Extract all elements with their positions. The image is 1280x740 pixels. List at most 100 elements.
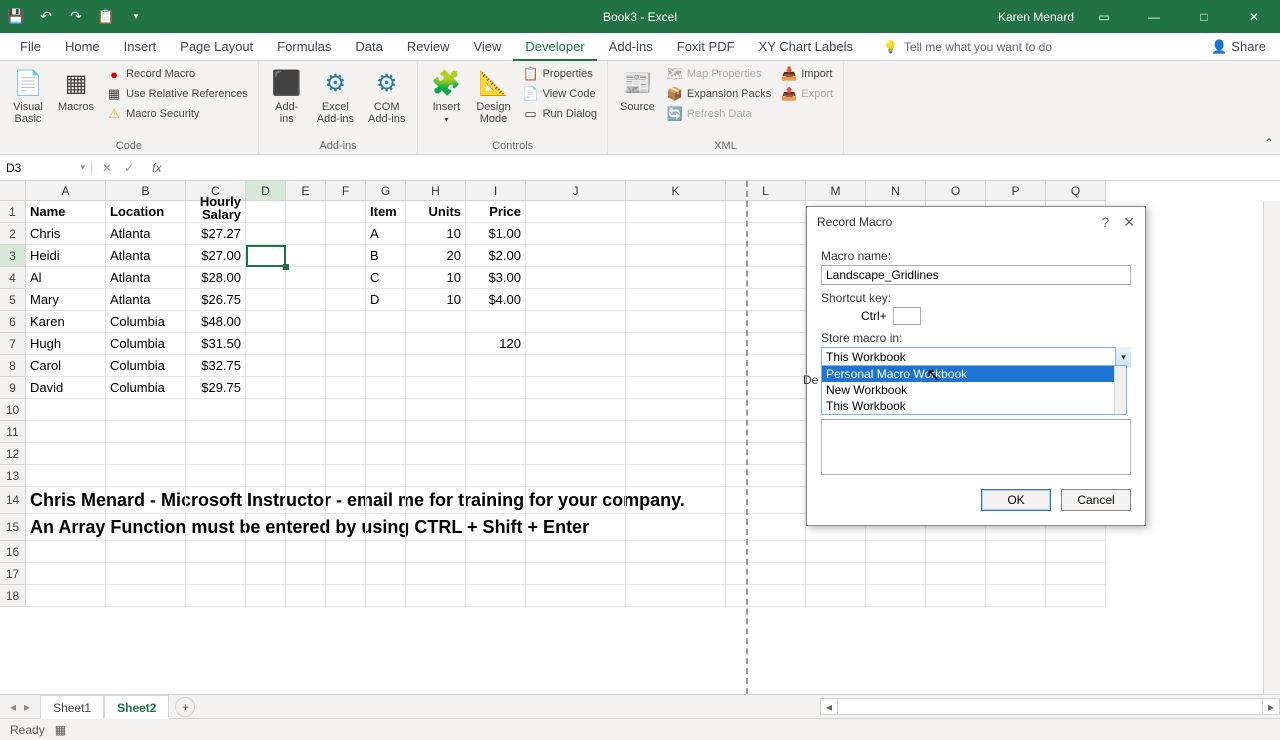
macro-name-input[interactable] xyxy=(821,265,1131,285)
cell[interactable] xyxy=(626,333,726,355)
cell[interactable]: $2.00 xyxy=(466,245,526,267)
cell[interactable] xyxy=(406,514,466,541)
cell[interactable] xyxy=(26,563,106,585)
cell[interactable] xyxy=(406,541,466,563)
cell[interactable] xyxy=(366,377,406,399)
cell[interactable]: Atlanta xyxy=(106,223,186,245)
cell[interactable] xyxy=(626,443,726,465)
cell[interactable] xyxy=(106,443,186,465)
cell[interactable] xyxy=(626,465,726,487)
cell[interactable] xyxy=(326,399,366,421)
cell[interactable] xyxy=(726,289,806,311)
sheet-tab-sheet2[interactable]: Sheet2 xyxy=(104,695,169,719)
cell[interactable] xyxy=(526,267,626,289)
add-sheet-button[interactable]: + xyxy=(175,697,195,717)
cell[interactable] xyxy=(186,541,246,563)
cell[interactable] xyxy=(326,201,366,223)
dropdown-option[interactable]: New Workbook xyxy=(822,382,1126,398)
horizontal-scrollbar[interactable]: ◂ ▸ xyxy=(820,698,1280,715)
cell[interactable] xyxy=(26,421,106,443)
cell[interactable]: Chris xyxy=(26,223,106,245)
cell[interactable] xyxy=(106,487,186,514)
cell[interactable] xyxy=(626,311,726,333)
col-header-J[interactable]: J xyxy=(526,181,626,201)
cell[interactable]: Al xyxy=(26,267,106,289)
cell[interactable] xyxy=(246,399,286,421)
hscroll-left-icon[interactable]: ◂ xyxy=(821,699,838,714)
cell[interactable] xyxy=(26,399,106,421)
vertical-scrollbar[interactable] xyxy=(1263,201,1280,694)
dropdown-scrollbar[interactable] xyxy=(1114,366,1126,414)
cell[interactable] xyxy=(246,245,286,267)
row-header-18[interactable]: 18 xyxy=(0,585,26,607)
cell[interactable] xyxy=(406,487,466,514)
col-header-B[interactable]: B xyxy=(106,181,186,201)
col-header-Q[interactable]: Q xyxy=(1046,181,1106,201)
cell[interactable] xyxy=(526,333,626,355)
col-header-P[interactable]: P xyxy=(986,181,1046,201)
cell[interactable] xyxy=(26,443,106,465)
tab-page-layout[interactable]: Page Layout xyxy=(168,33,265,61)
cell[interactable]: $48.00 xyxy=(186,311,246,333)
map-properties-button[interactable]: 🗺Map Properties xyxy=(665,65,773,83)
cell[interactable] xyxy=(286,333,326,355)
redo-icon[interactable]: ↷ xyxy=(66,7,86,27)
col-header-K[interactable]: K xyxy=(626,181,726,201)
cell[interactable] xyxy=(866,541,926,563)
cell[interactable] xyxy=(326,487,366,514)
col-header-L[interactable]: L xyxy=(726,181,806,201)
cell[interactable] xyxy=(406,563,466,585)
cell[interactable] xyxy=(326,223,366,245)
cell[interactable] xyxy=(726,223,806,245)
cell[interactable] xyxy=(1046,585,1106,607)
cell[interactable]: $29.75 xyxy=(186,377,246,399)
cell[interactable] xyxy=(326,333,366,355)
cell[interactable] xyxy=(366,465,406,487)
cell[interactable] xyxy=(626,563,726,585)
cell[interactable] xyxy=(626,223,726,245)
cell[interactable] xyxy=(726,333,806,355)
cell[interactable] xyxy=(726,245,806,267)
cell[interactable] xyxy=(806,563,866,585)
tab-insert[interactable]: Insert xyxy=(112,33,169,61)
name-box[interactable]: D3▾ xyxy=(0,161,92,175)
cell[interactable] xyxy=(246,377,286,399)
cell[interactable]: 10 xyxy=(406,223,466,245)
ok-button[interactable]: OK xyxy=(981,489,1051,511)
row-header-12[interactable]: 12 xyxy=(0,443,26,465)
cell[interactable] xyxy=(526,465,626,487)
macro-security-button[interactable]: ⚠Macro Security xyxy=(104,105,250,123)
cell[interactable] xyxy=(466,585,526,607)
cancel-button[interactable]: Cancel xyxy=(1061,489,1131,511)
row-header-9[interactable]: 9 xyxy=(0,377,26,399)
cell[interactable] xyxy=(626,399,726,421)
cell[interactable] xyxy=(186,585,246,607)
select-all-corner[interactable] xyxy=(0,181,26,201)
cell[interactable] xyxy=(1046,541,1106,563)
cell[interactable] xyxy=(926,585,986,607)
cell[interactable] xyxy=(526,541,626,563)
row-header-14[interactable]: 14 xyxy=(0,487,26,514)
cell[interactable] xyxy=(726,514,806,541)
cell[interactable] xyxy=(366,563,406,585)
cell[interactable] xyxy=(106,514,186,541)
cell[interactable] xyxy=(186,399,246,421)
cell[interactable]: B xyxy=(366,245,406,267)
cell[interactable] xyxy=(246,267,286,289)
column-headers[interactable]: ABCDEFGHIJKLMNOPQ xyxy=(26,181,1106,201)
store-macro-combo[interactable]: This Workbook xyxy=(821,347,1127,367)
cell[interactable] xyxy=(246,311,286,333)
cell[interactable] xyxy=(286,541,326,563)
cell[interactable] xyxy=(326,377,366,399)
cell[interactable] xyxy=(526,201,626,223)
cell[interactable] xyxy=(466,421,526,443)
view-code-button[interactable]: 📄View Code xyxy=(521,85,599,103)
cell[interactable]: Atlanta xyxy=(106,245,186,267)
tab-file[interactable]: File xyxy=(8,33,53,61)
cell[interactable] xyxy=(406,333,466,355)
cell[interactable]: $28.00 xyxy=(186,267,246,289)
use-relative-refs-button[interactable]: ▦Use Relative References xyxy=(104,85,250,103)
cell[interactable] xyxy=(246,443,286,465)
cell[interactable] xyxy=(286,465,326,487)
cell[interactable] xyxy=(466,563,526,585)
